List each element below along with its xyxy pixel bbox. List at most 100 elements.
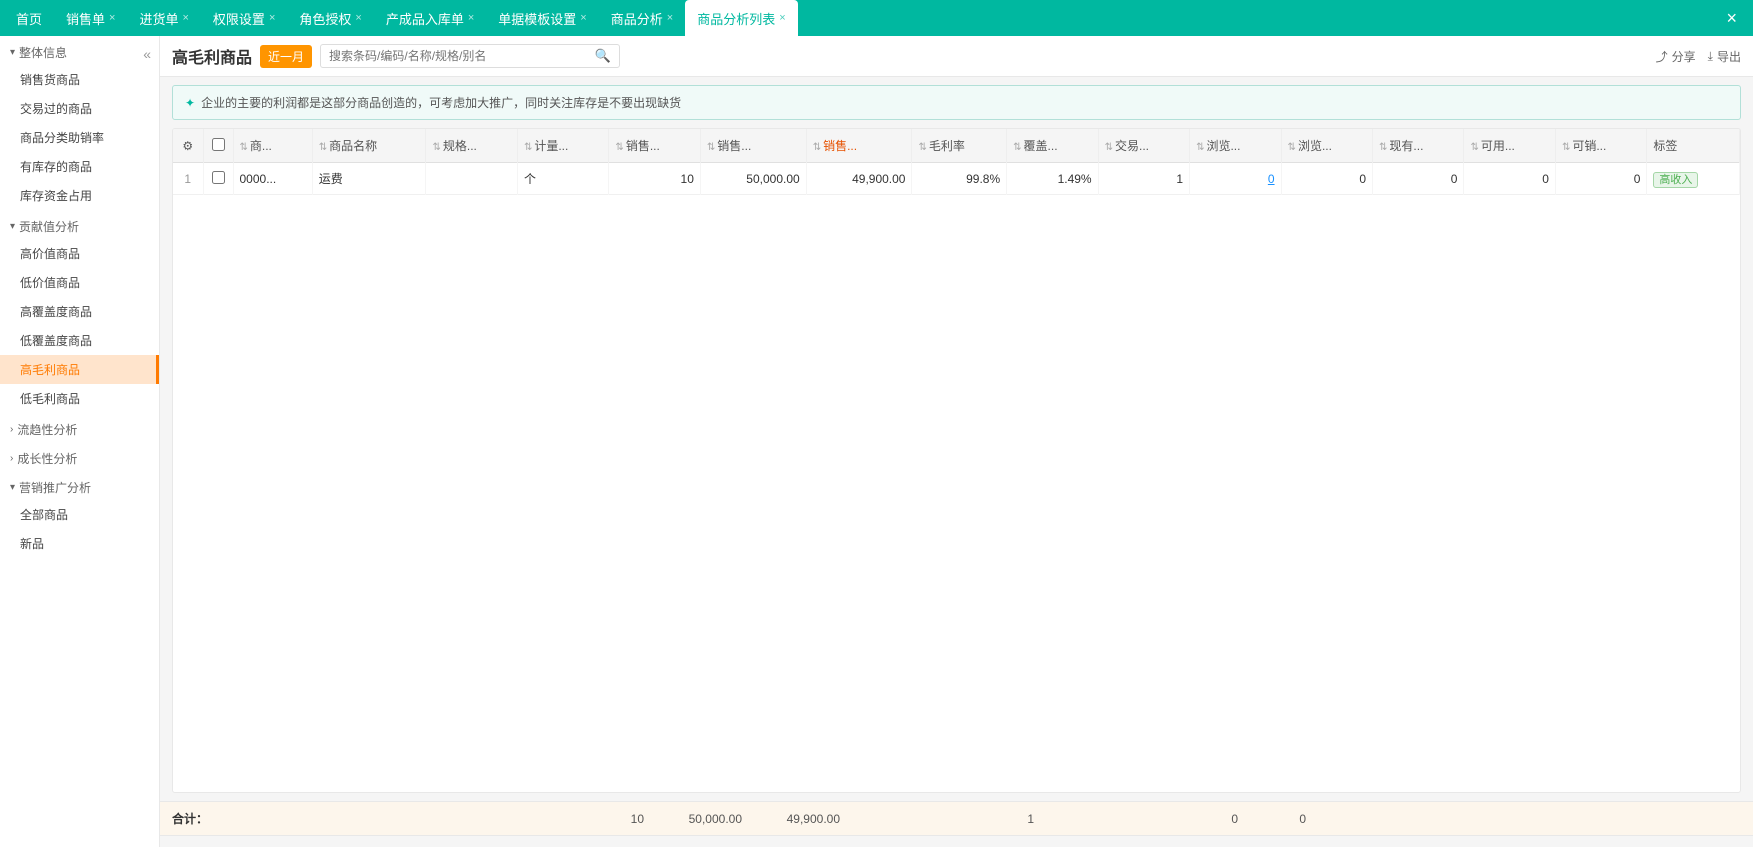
- nav-role-auth[interactable]: 角色授权 ×: [287, 0, 373, 36]
- window-close-button[interactable]: ×: [1714, 8, 1749, 29]
- footer-totals: 合计： 10 50,000.00 49,900.00 1 0 0: [160, 801, 1753, 835]
- sidebar-item-all-goods[interactable]: 全部商品: [0, 500, 159, 529]
- nav-template-settings[interactable]: 单据模板设置 ×: [486, 0, 598, 36]
- search-icon[interactable]: 🔍: [595, 48, 611, 64]
- row-tag: 高收入: [1647, 163, 1740, 195]
- sidebar-item-low-coverage[interactable]: 低覆盖度商品: [0, 326, 159, 355]
- row-index: 1: [173, 163, 203, 195]
- arrow-right-icon: ›: [10, 424, 13, 435]
- sidebar-item-high-margin[interactable]: 高毛利商品: [0, 355, 159, 384]
- row-sales-amount: 50,000.00: [700, 163, 806, 195]
- arrow-down-icon-3: ▾: [10, 482, 15, 493]
- footer-transaction: 1: [984, 812, 1034, 826]
- sidebar-group-growth[interactable]: › 成长性分析: [0, 442, 159, 471]
- nav-product-analysis[interactable]: 商品分析 ×: [599, 0, 685, 36]
- nav-close-role-auth[interactable]: ×: [355, 12, 361, 24]
- col-name[interactable]: ⇅商品名称: [312, 129, 426, 163]
- sidebar-item-low-margin[interactable]: 低毛利商品: [0, 384, 159, 413]
- nav-product-analysis-list[interactable]: 商品分析列表 ×: [685, 0, 797, 36]
- nav-close-product-analysis[interactable]: ×: [667, 12, 673, 24]
- table-row: 1 0000... 运费 个 10 50,000.00 49,900.00 99…: [173, 163, 1740, 195]
- sidebar-group-trend[interactable]: › 流趋性分析: [0, 413, 159, 442]
- col-browse1[interactable]: ⇅浏览...: [1190, 129, 1281, 163]
- col-browse2[interactable]: ⇅浏览...: [1281, 129, 1372, 163]
- settings-icon[interactable]: ⚙: [182, 139, 193, 153]
- col-sales-qty[interactable]: ⇅销售...: [609, 129, 700, 163]
- row-current-stock: 0: [1373, 163, 1464, 195]
- footer-sales-profit: 49,900.00: [750, 812, 840, 826]
- sidebar-item-traded-goods[interactable]: 交易过的商品: [0, 94, 159, 123]
- sidebar-group-overall[interactable]: ▾ 整体信息: [0, 36, 159, 65]
- info-icon: ✦: [185, 96, 195, 110]
- export-button[interactable]: ⤓ 导出: [1708, 48, 1741, 65]
- data-table: ⚙ ⇅商... ⇅商品名称 ⇅规格... ⇅计量... ⇅销售... ⇅销售..…: [173, 129, 1740, 195]
- header-actions: ⤴ 分享 ⤓ 导出: [1656, 48, 1741, 65]
- col-available-stock[interactable]: ⇅可用...: [1464, 129, 1555, 163]
- sidebar-item-high-value[interactable]: 高价值商品: [0, 239, 159, 268]
- col-spec[interactable]: ⇅规格...: [426, 129, 517, 163]
- nav-right: ×: [1714, 8, 1749, 29]
- row-browse1[interactable]: 0: [1190, 163, 1281, 195]
- col-unit[interactable]: ⇅计量...: [517, 129, 608, 163]
- row-unit: 个: [517, 163, 608, 195]
- sidebar-item-stock-capital[interactable]: 库存资金占用: [0, 181, 159, 210]
- data-table-container[interactable]: ⚙ ⇅商... ⇅商品名称 ⇅规格... ⇅计量... ⇅销售... ⇅销售..…: [172, 128, 1741, 793]
- row-spec: [426, 163, 517, 195]
- col-gross-margin[interactable]: ⇅毛利率: [912, 129, 1007, 163]
- select-all-checkbox[interactable]: [212, 138, 225, 151]
- row-gross-margin: 99.8%: [912, 163, 1007, 195]
- col-tag: 标签: [1647, 129, 1740, 163]
- row-checkbox-cell[interactable]: [203, 163, 233, 195]
- nav-home[interactable]: 首页: [4, 0, 54, 36]
- horizontal-scrollbar[interactable]: [160, 835, 1753, 847]
- nav-product-inbound[interactable]: 产成品入库单 ×: [374, 0, 486, 36]
- col-current-stock[interactable]: ⇅现有...: [1373, 129, 1464, 163]
- content-area: 高毛利商品 近一月 🔍 ⤴ 分享 ⤓ 导出 ✦ 企业的主要的利润都是这部分商品创…: [160, 36, 1753, 847]
- nav-close-product-inbound[interactable]: ×: [468, 12, 474, 24]
- nav-permissions[interactable]: 权限设置 ×: [201, 0, 287, 36]
- col-sales-profit[interactable]: ⇅销售...: [806, 129, 912, 163]
- sidebar-item-in-stock-goods[interactable]: 有库存的商品: [0, 152, 159, 181]
- nav-close-sales[interactable]: ×: [109, 12, 115, 24]
- search-box[interactable]: 🔍: [320, 44, 620, 68]
- page-title: 高毛利商品: [172, 44, 252, 68]
- tag-badge: 高收入: [1653, 172, 1698, 188]
- sidebar-item-low-value[interactable]: 低价值商品: [0, 268, 159, 297]
- col-sellable-stock[interactable]: ⇅可销...: [1555, 129, 1646, 163]
- sidebar-item-new-goods[interactable]: 新品: [0, 529, 159, 558]
- info-text: 企业的主要的利润都是这部分商品创造的，可考虑加大推广，同时关注库存是不要出现缺货: [201, 94, 681, 111]
- row-code: 0000...: [233, 163, 312, 195]
- sidebar-group-contribution[interactable]: ▾ 贡献值分析: [0, 210, 159, 239]
- col-coverage[interactable]: ⇅覆盖...: [1007, 129, 1098, 163]
- nav-purchase[interactable]: 进货单 ×: [127, 0, 200, 36]
- row-browse2: 0: [1281, 163, 1372, 195]
- arrow-down-icon: ▾: [10, 47, 15, 58]
- table-header-row: ⚙ ⇅商... ⇅商品名称 ⇅规格... ⇅计量... ⇅销售... ⇅销售..…: [173, 129, 1740, 163]
- col-transaction[interactable]: ⇅交易...: [1098, 129, 1189, 163]
- sidebar-item-category-sales-rate[interactable]: 商品分类助销率: [0, 123, 159, 152]
- time-filter-button[interactable]: 近一月: [260, 45, 312, 68]
- row-coverage: 1.49%: [1007, 163, 1098, 195]
- footer-sales-qty: 10: [584, 812, 644, 826]
- sidebar-item-high-coverage[interactable]: 高覆盖度商品: [0, 297, 159, 326]
- nav-close-product-analysis-list[interactable]: ×: [779, 12, 785, 24]
- nav-close-purchase[interactable]: ×: [182, 12, 188, 24]
- search-input[interactable]: [329, 49, 595, 63]
- export-icon: ⤓: [1708, 49, 1713, 64]
- main-layout: « ▾ 整体信息 销售货商品 交易过的商品 商品分类助销率 有库存的商品 库存资…: [0, 36, 1753, 847]
- col-settings[interactable]: ⚙: [173, 129, 203, 163]
- sidebar-group-marketing[interactable]: ▾ 营销推广分析: [0, 471, 159, 500]
- nav-close-permissions[interactable]: ×: [269, 12, 275, 24]
- col-sales-amount[interactable]: ⇅销售...: [700, 129, 806, 163]
- footer-available-stock: 0: [1246, 812, 1306, 826]
- share-button[interactable]: ⤴ 分享: [1656, 48, 1696, 65]
- nav-sales[interactable]: 销售单 ×: [54, 0, 127, 36]
- col-checkbox[interactable]: [203, 129, 233, 163]
- row-available-stock: 0: [1464, 163, 1555, 195]
- content-header: 高毛利商品 近一月 🔍 ⤴ 分享 ⤓ 导出: [160, 36, 1753, 77]
- col-code[interactable]: ⇅商...: [233, 129, 312, 163]
- sidebar-item-sales-goods[interactable]: 销售货商品: [0, 65, 159, 94]
- sidebar-collapse-button[interactable]: «: [139, 44, 155, 64]
- row-checkbox[interactable]: [212, 171, 225, 184]
- nav-close-template-settings[interactable]: ×: [580, 12, 586, 24]
